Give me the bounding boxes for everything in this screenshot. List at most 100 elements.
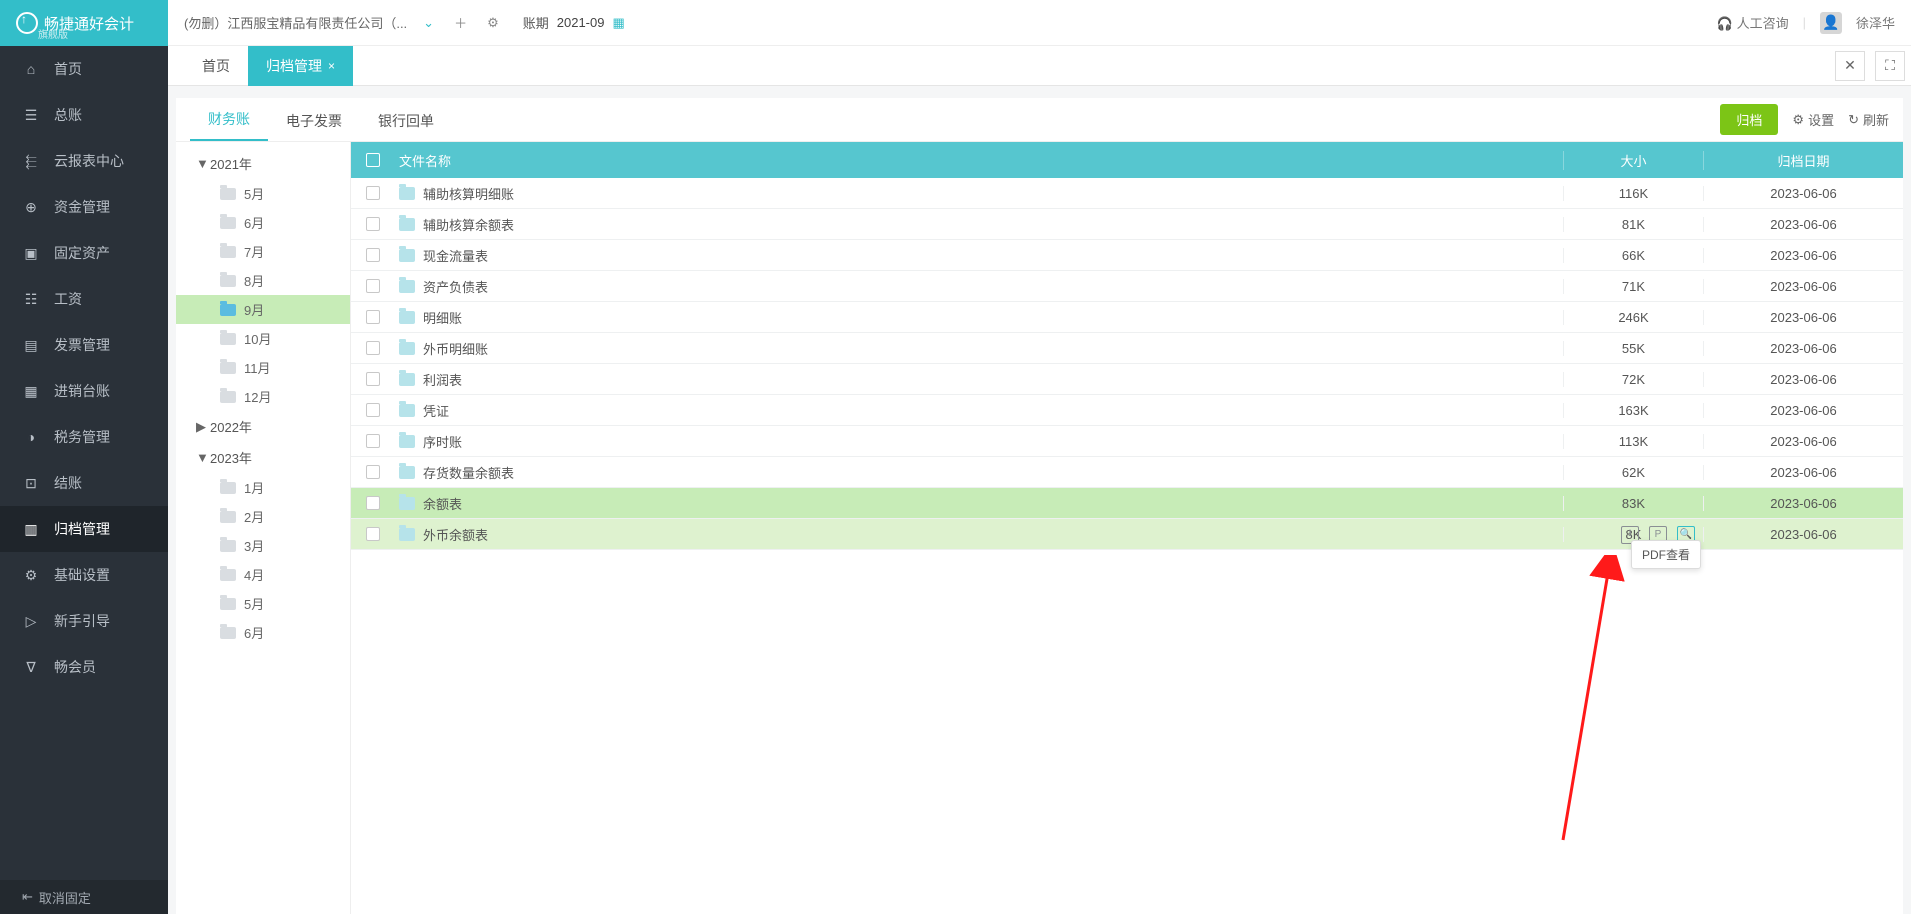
sidebar-item-6[interactable]: ▤发票管理 bbox=[0, 322, 168, 368]
sidebar-item-1[interactable]: ☰总账 bbox=[0, 92, 168, 138]
row-checkbox[interactable] bbox=[366, 248, 380, 262]
tree-month-label: 11月 bbox=[244, 358, 271, 377]
file-size: 116K bbox=[1563, 186, 1703, 201]
sidebar-item-8[interactable]: ◑税务管理 bbox=[0, 414, 168, 460]
tree-month[interactable]: 6月 bbox=[176, 208, 350, 237]
unpin-sidebar[interactable]: ⇤ 取消固定 bbox=[0, 880, 168, 914]
file-date: 2023-06-06 bbox=[1703, 496, 1903, 511]
row-checkbox[interactable] bbox=[366, 186, 380, 200]
sidebar-item-10[interactable]: ▥归档管理 bbox=[0, 506, 168, 552]
row-checkbox[interactable] bbox=[366, 217, 380, 231]
row-checkbox[interactable] bbox=[366, 434, 380, 448]
row-checkbox[interactable] bbox=[366, 341, 380, 355]
sidebar-item-9[interactable]: ⊡结账 bbox=[0, 460, 168, 506]
folder-icon bbox=[220, 246, 236, 258]
table-row[interactable]: 资产负债表71K2023-06-06 bbox=[351, 271, 1903, 302]
folder-icon bbox=[399, 404, 415, 417]
row-checkbox[interactable] bbox=[366, 279, 380, 293]
table-row[interactable]: 外币明细账55K2023-06-06 bbox=[351, 333, 1903, 364]
tree-month[interactable]: 2月 bbox=[176, 502, 350, 531]
col-date: 归档日期 bbox=[1703, 151, 1903, 170]
file-name: 外币余额表 bbox=[423, 525, 488, 544]
table-row[interactable]: 明细账246K2023-06-06 bbox=[351, 302, 1903, 333]
sidebar-item-5[interactable]: ☷工资 bbox=[0, 276, 168, 322]
col-name: 文件名称 bbox=[395, 151, 1563, 170]
sidebar-item-2[interactable]: ⬱云报表中心 bbox=[0, 138, 168, 184]
sidebar-item-4[interactable]: ▣固定资产 bbox=[0, 230, 168, 276]
folder-icon bbox=[399, 187, 415, 200]
sidebar-item-11[interactable]: ⚙基础设置 bbox=[0, 552, 168, 598]
file-date: 2023-06-06 bbox=[1703, 527, 1903, 542]
nav-icon: ▷ bbox=[22, 612, 40, 630]
nav-icon: ⬱ bbox=[22, 152, 40, 170]
tree-month[interactable]: 12月 bbox=[176, 382, 350, 411]
tree-month[interactable]: 7月 bbox=[176, 237, 350, 266]
tab-archive[interactable]: 归档管理 × bbox=[248, 46, 353, 86]
subtab-einvoice[interactable]: 电子发票 bbox=[268, 101, 360, 141]
folder-icon bbox=[220, 540, 236, 552]
table-row[interactable]: 辅助核算余额表81K2023-06-06 bbox=[351, 209, 1903, 240]
period-value[interactable]: 2021-09 bbox=[557, 15, 605, 30]
gear-icon[interactable]: ⚙ bbox=[487, 15, 499, 31]
table-row[interactable]: 辅助核算明细账116K2023-06-06 bbox=[351, 178, 1903, 209]
tree-month[interactable]: 11月 bbox=[176, 353, 350, 382]
tree-month[interactable]: 5月 bbox=[176, 179, 350, 208]
tree-month[interactable]: 4月 bbox=[176, 560, 350, 589]
avatar-icon[interactable]: 👤 bbox=[1820, 12, 1842, 34]
file-date: 2023-06-06 bbox=[1703, 248, 1903, 263]
close-all-tabs-button[interactable]: ✕ bbox=[1835, 51, 1865, 81]
table-row[interactable]: 凭证163K2023-06-06 bbox=[351, 395, 1903, 426]
tree-year-2021[interactable]: ▼2021年 bbox=[176, 148, 350, 179]
tree-month[interactable]: 8月 bbox=[176, 266, 350, 295]
tree-month[interactable]: 1月 bbox=[176, 473, 350, 502]
support-link[interactable]: 🎧 人工咨询 bbox=[1717, 13, 1789, 32]
sidebar-item-0[interactable]: ⌂首页 bbox=[0, 46, 168, 92]
nav-icon: ▣ bbox=[22, 244, 40, 262]
sidebar-item-13[interactable]: ∇畅会员 bbox=[0, 644, 168, 690]
user-name[interactable]: 徐泽华 bbox=[1856, 13, 1895, 32]
row-checkbox[interactable] bbox=[366, 372, 380, 386]
tree-month[interactable]: 5月 bbox=[176, 589, 350, 618]
subtab-bank[interactable]: 银行回单 bbox=[360, 101, 452, 141]
table-row[interactable]: 利润表72K2023-06-06 bbox=[351, 364, 1903, 395]
row-checkbox[interactable] bbox=[366, 465, 380, 479]
nav-icon: ▦ bbox=[22, 382, 40, 400]
row-checkbox[interactable] bbox=[366, 527, 380, 541]
tree-month-label: 9月 bbox=[244, 300, 264, 319]
table-row[interactable]: 余额表83K2023-06-06 bbox=[351, 488, 1903, 519]
table-row[interactable]: 序时账113K2023-06-06 bbox=[351, 426, 1903, 457]
folder-icon bbox=[220, 598, 236, 610]
subtab-finance[interactable]: 财务账 bbox=[190, 99, 268, 141]
sub-tabs: 财务账 电子发票 银行回单 归档 ⚙设置 ↻刷新 bbox=[176, 98, 1903, 142]
tree-month[interactable]: 3月 bbox=[176, 531, 350, 560]
row-checkbox[interactable] bbox=[366, 496, 380, 510]
nav-icon: ☰ bbox=[22, 106, 40, 124]
refresh-link[interactable]: ↻刷新 bbox=[1848, 110, 1889, 129]
archive-button[interactable]: 归档 bbox=[1720, 104, 1778, 135]
company-selector[interactable]: (勿删）江西服宝精品有限责任公司（... bbox=[184, 13, 407, 32]
sidebar-item-7[interactable]: ▦进销台账 bbox=[0, 368, 168, 414]
table-row[interactable]: 存货数量余额表62K2023-06-06 bbox=[351, 457, 1903, 488]
file-date: 2023-06-06 bbox=[1703, 279, 1903, 294]
file-date: 2023-06-06 bbox=[1703, 310, 1903, 325]
select-all-checkbox[interactable] bbox=[366, 153, 380, 167]
add-icon[interactable]: ＋ bbox=[454, 13, 467, 32]
tree-year-2023[interactable]: ▼2023年 bbox=[176, 442, 350, 473]
tree-month[interactable]: 6月 bbox=[176, 618, 350, 647]
tree-month[interactable]: 9月 bbox=[176, 295, 350, 324]
tree-month[interactable]: 10月 bbox=[176, 324, 350, 353]
close-icon[interactable]: × bbox=[328, 59, 335, 73]
settings-link[interactable]: ⚙设置 bbox=[1792, 110, 1834, 129]
calendar-icon[interactable]: ▦ bbox=[612, 15, 624, 31]
tab-home[interactable]: 首页 bbox=[184, 46, 248, 86]
sidebar-item-12[interactable]: ▷新手引导 bbox=[0, 598, 168, 644]
sidebar-item-3[interactable]: ⊕资金管理 bbox=[0, 184, 168, 230]
row-checkbox[interactable] bbox=[366, 403, 380, 417]
nav-icon: ⌂ bbox=[22, 60, 40, 78]
chevron-down-icon[interactable]: ⌄ bbox=[423, 15, 434, 31]
fullscreen-button[interactable]: ⛶ bbox=[1875, 51, 1905, 81]
row-checkbox[interactable] bbox=[366, 310, 380, 324]
tree-year-2022[interactable]: ▶2022年 bbox=[176, 411, 350, 442]
sidebar-item-label: 基础设置 bbox=[54, 565, 110, 585]
table-row[interactable]: 现金流量表66K2023-06-06 bbox=[351, 240, 1903, 271]
